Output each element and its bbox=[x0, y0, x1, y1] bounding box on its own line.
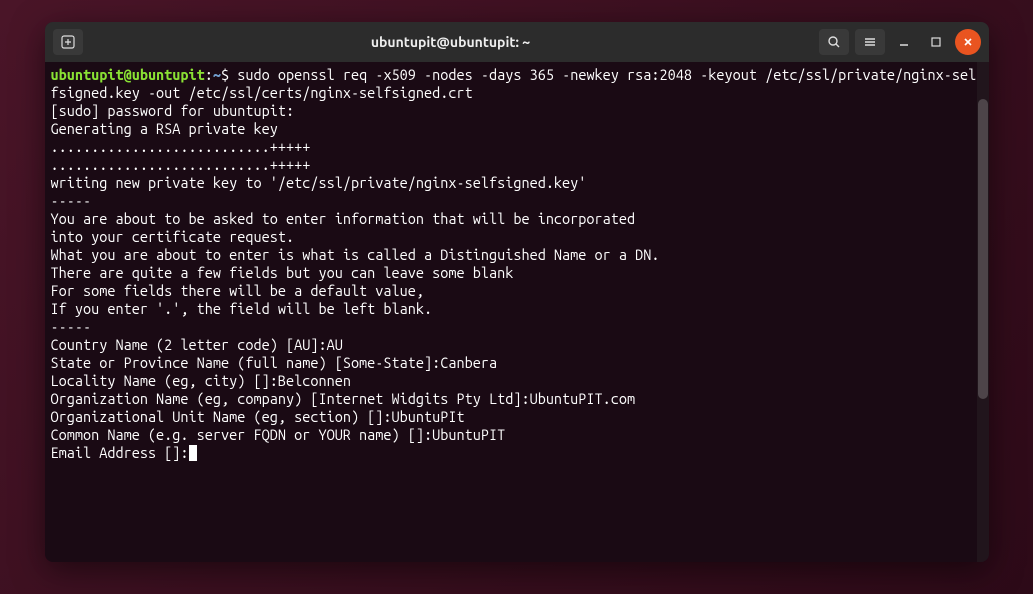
cursor bbox=[189, 445, 197, 461]
terminal-output: [sudo] password for ubuntupit: Generatin… bbox=[51, 102, 660, 461]
titlebar: ubuntupit@ubuntupit: ~ bbox=[45, 22, 989, 62]
prompt-path: ~ bbox=[213, 66, 221, 83]
terminal-window: ubuntupit@ubuntupit: ~ bbox=[45, 22, 989, 562]
menu-button[interactable] bbox=[855, 29, 885, 55]
new-tab-icon bbox=[61, 35, 75, 49]
prompt-symbol: $ bbox=[221, 66, 229, 83]
window-title: ubuntupit@ubuntupit: ~ bbox=[91, 34, 811, 50]
maximize-icon bbox=[931, 37, 941, 47]
hamburger-icon bbox=[863, 35, 877, 49]
prompt-separator: : bbox=[205, 66, 213, 83]
terminal-body[interactable]: ubuntupit@ubuntupit:~$ sudo openssl req … bbox=[45, 62, 989, 562]
search-icon bbox=[827, 35, 841, 49]
scrollbar-thumb[interactable] bbox=[978, 99, 988, 399]
minimize-icon bbox=[899, 37, 909, 47]
scrollbar[interactable] bbox=[977, 62, 989, 562]
maximize-button[interactable] bbox=[923, 29, 949, 55]
new-tab-button[interactable] bbox=[53, 29, 83, 55]
prompt-user-host: ubuntupit@ubuntupit bbox=[51, 66, 205, 83]
titlebar-right-controls bbox=[819, 29, 981, 55]
minimize-button[interactable] bbox=[891, 29, 917, 55]
close-button[interactable] bbox=[955, 29, 981, 55]
close-icon bbox=[963, 37, 973, 47]
titlebar-left-controls bbox=[53, 29, 83, 55]
search-button[interactable] bbox=[819, 29, 849, 55]
